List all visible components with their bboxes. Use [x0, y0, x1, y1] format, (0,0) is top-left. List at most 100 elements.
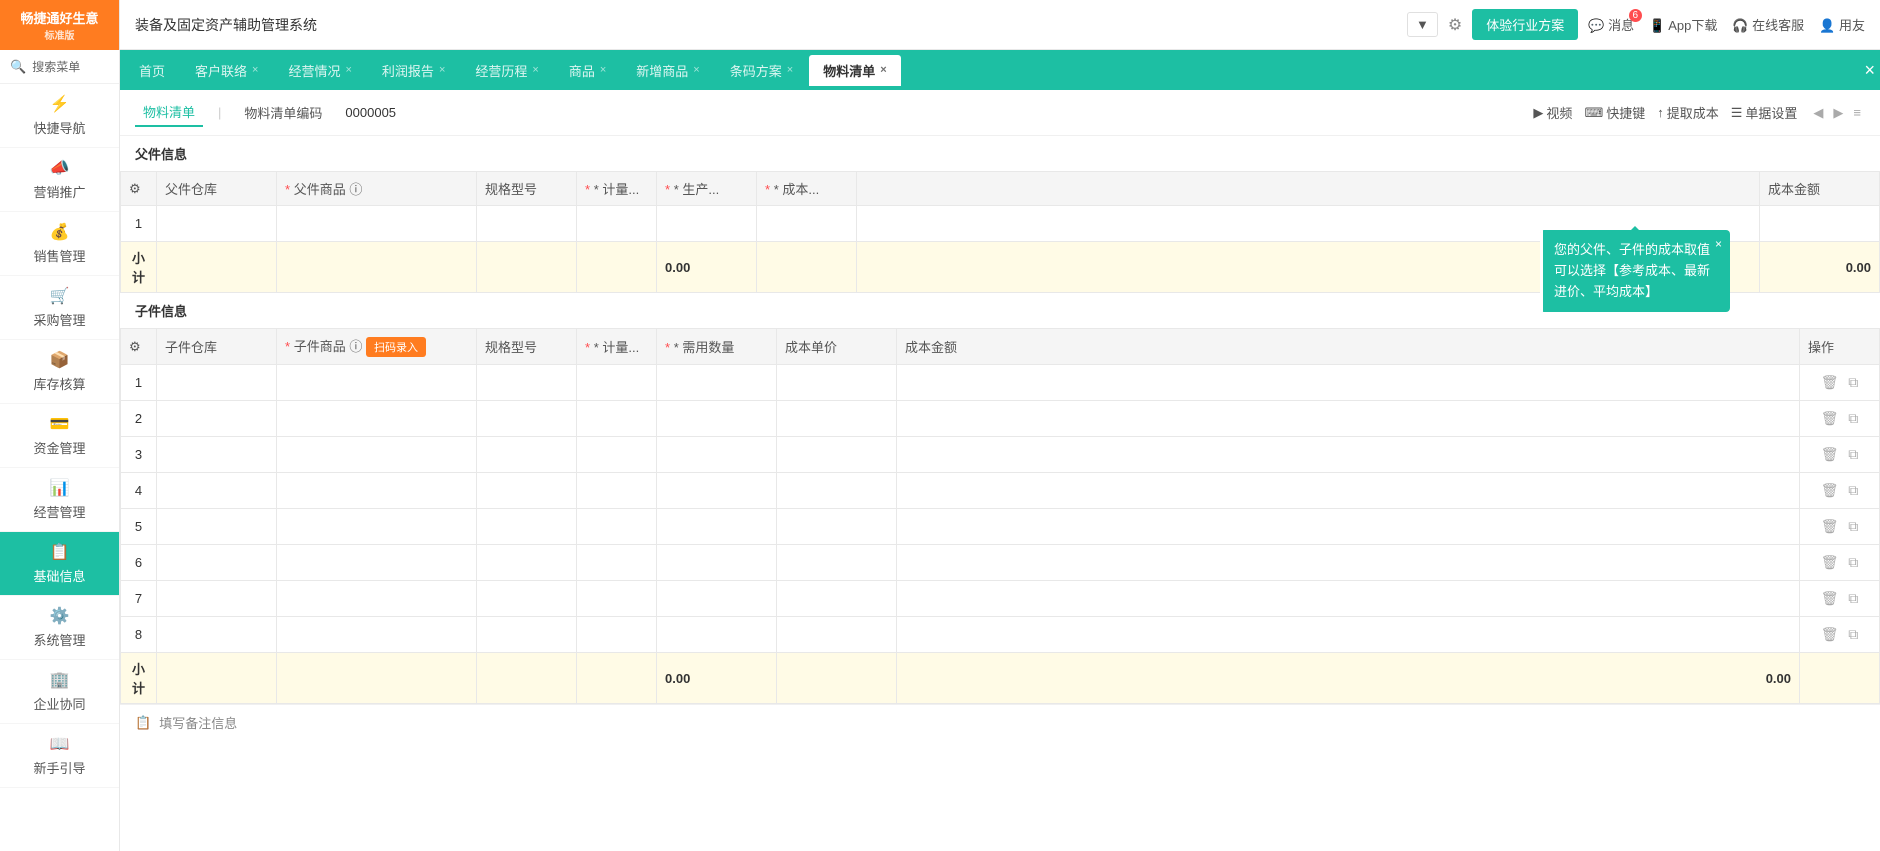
child-row-spec[interactable]: [477, 365, 577, 401]
child-row-product[interactable]: [277, 509, 477, 545]
copy-row-btn[interactable]: ⧉: [1848, 374, 1858, 390]
child-row-product[interactable]: [277, 401, 477, 437]
child-row-qty[interactable]: [657, 437, 777, 473]
child-row-unit[interactable]: [577, 581, 657, 617]
tab-profit[interactable]: 利润报告 ×: [368, 55, 459, 86]
child-row-product[interactable]: [277, 437, 477, 473]
nav-next-btn[interactable]: ▶: [1829, 103, 1847, 123]
parent-row-unit[interactable]: [577, 206, 657, 242]
sub-tab-bom[interactable]: 物料清单: [135, 98, 203, 127]
delete-row-btn[interactable]: 🗑: [1821, 374, 1839, 390]
child-row-warehouse[interactable]: [157, 509, 277, 545]
parent-row-product[interactable]: [277, 206, 477, 242]
child-row-product[interactable]: [277, 473, 477, 509]
child-row-spec[interactable]: [477, 401, 577, 437]
nav-prev-btn[interactable]: ◀: [1809, 103, 1827, 123]
tab-barcode-close[interactable]: ×: [787, 64, 793, 76]
system-dropdown[interactable]: ▼: [1407, 12, 1438, 37]
child-row-product[interactable]: [277, 545, 477, 581]
tab-barcode[interactable]: 条码方案 ×: [716, 55, 807, 86]
sub-tab-code[interactable]: 物料清单编码: [236, 99, 330, 126]
child-row-warehouse[interactable]: [157, 365, 277, 401]
sidebar-item-inventory[interactable]: 📦 库存核算: [0, 340, 119, 404]
child-row-warehouse[interactable]: [157, 437, 277, 473]
action-settings-btn[interactable]: ☰ 单据设置: [1731, 103, 1798, 122]
child-row-unitcost[interactable]: [777, 401, 897, 437]
tab-goods[interactable]: 商品 ×: [555, 55, 620, 86]
tab-new-goods-close[interactable]: ×: [693, 64, 699, 76]
tab-operation-status-close[interactable]: ×: [345, 64, 351, 76]
child-row-warehouse[interactable]: [157, 581, 277, 617]
child-row-unitcost[interactable]: [777, 509, 897, 545]
message-btn[interactable]: 💬 6 消息: [1588, 15, 1634, 34]
child-row-warehouse[interactable]: [157, 545, 277, 581]
sidebar-item-search[interactable]: 🔍 搜索菜单: [0, 50, 119, 84]
tab-home[interactable]: 首页: [125, 55, 179, 86]
child-row-qty[interactable]: [657, 473, 777, 509]
child-row-unit[interactable]: [577, 509, 657, 545]
tab-profit-close[interactable]: ×: [439, 64, 445, 76]
tab-operation-status[interactable]: 经营情况 ×: [274, 55, 365, 86]
sidebar-item-marketing[interactable]: 📣 营销推广: [0, 148, 119, 212]
nav-list-btn[interactable]: ≡: [1849, 103, 1865, 122]
child-row-product[interactable]: [277, 617, 477, 653]
child-row-unit[interactable]: [577, 365, 657, 401]
child-row-warehouse[interactable]: [157, 473, 277, 509]
child-row-qty[interactable]: [657, 545, 777, 581]
sidebar-item-sales[interactable]: 💰 销售管理: [0, 212, 119, 276]
child-row-spec[interactable]: [477, 545, 577, 581]
copy-row-btn[interactable]: ⧉: [1848, 590, 1858, 606]
tab-history-close[interactable]: ×: [532, 64, 538, 76]
child-row-spec[interactable]: [477, 509, 577, 545]
child-row-product[interactable]: [277, 365, 477, 401]
delete-row-btn[interactable]: 🗑: [1821, 482, 1839, 498]
sidebar-item-finance[interactable]: 💳 资金管理: [0, 404, 119, 468]
child-row-unitcost[interactable]: [777, 365, 897, 401]
tab-bom[interactable]: 物料清单 ×: [809, 55, 900, 86]
close-all-tabs-btn[interactable]: ×: [1864, 60, 1875, 81]
user-menu[interactable]: 👤 用友: [1819, 15, 1865, 34]
parent-row-production[interactable]: [657, 206, 757, 242]
child-row-qty[interactable]: [657, 617, 777, 653]
child-row-qty[interactable]: [657, 365, 777, 401]
child-row-unit[interactable]: [577, 437, 657, 473]
copy-row-btn[interactable]: ⧉: [1848, 518, 1858, 534]
child-row-spec[interactable]: [477, 581, 577, 617]
app-download-btn[interactable]: 📱 App下载: [1649, 15, 1717, 34]
child-row-warehouse[interactable]: [157, 617, 277, 653]
tab-history[interactable]: 经营历程 ×: [461, 55, 552, 86]
child-row-unitcost[interactable]: [777, 473, 897, 509]
child-row-unitcost[interactable]: [777, 617, 897, 653]
tab-customer-close[interactable]: ×: [252, 64, 258, 76]
sidebar-item-system[interactable]: ⚙️ 系统管理: [0, 596, 119, 660]
child-row-unit[interactable]: [577, 401, 657, 437]
child-row-spec[interactable]: [477, 437, 577, 473]
online-service-btn[interactable]: 🎧 在线客服: [1732, 15, 1804, 34]
sidebar-item-purchase[interactable]: 🛒 采购管理: [0, 276, 119, 340]
tab-bom-close[interactable]: ×: [880, 64, 886, 76]
copy-row-btn[interactable]: ⧉: [1848, 446, 1858, 462]
copy-row-btn[interactable]: ⧉: [1848, 482, 1858, 498]
copy-row-btn[interactable]: ⧉: [1848, 626, 1858, 642]
child-row-spec[interactable]: [477, 473, 577, 509]
child-row-qty[interactable]: [657, 401, 777, 437]
delete-row-btn[interactable]: 🗑: [1821, 446, 1839, 462]
delete-row-btn[interactable]: 🗑: [1821, 410, 1839, 426]
child-row-spec[interactable]: [477, 617, 577, 653]
copy-row-btn[interactable]: ⧉: [1848, 410, 1858, 426]
child-row-qty[interactable]: [657, 509, 777, 545]
delete-row-btn[interactable]: 🗑: [1821, 518, 1839, 534]
sidebar-item-operation[interactable]: 📊 经营管理: [0, 468, 119, 532]
scan-input-btn[interactable]: 扫码录入: [366, 337, 426, 357]
sidebar-item-quick-nav[interactable]: ⚡ 快捷导航: [0, 84, 119, 148]
delete-row-btn[interactable]: 🗑: [1821, 626, 1839, 642]
action-shortcut-btn[interactable]: ⌨ 快捷键: [1584, 103, 1645, 122]
experience-btn[interactable]: 体验行业方案: [1472, 9, 1578, 40]
tooltip-close-btn[interactable]: ×: [1715, 235, 1722, 254]
child-row-qty[interactable]: [657, 581, 777, 617]
action-extract-btn[interactable]: ↑ 提取成本: [1657, 103, 1719, 122]
sidebar-item-basic-info[interactable]: 📋 基础信息: [0, 532, 119, 596]
child-row-unit[interactable]: [577, 617, 657, 653]
delete-row-btn[interactable]: 🗑: [1821, 554, 1839, 570]
copy-row-btn[interactable]: ⧉: [1848, 554, 1858, 570]
